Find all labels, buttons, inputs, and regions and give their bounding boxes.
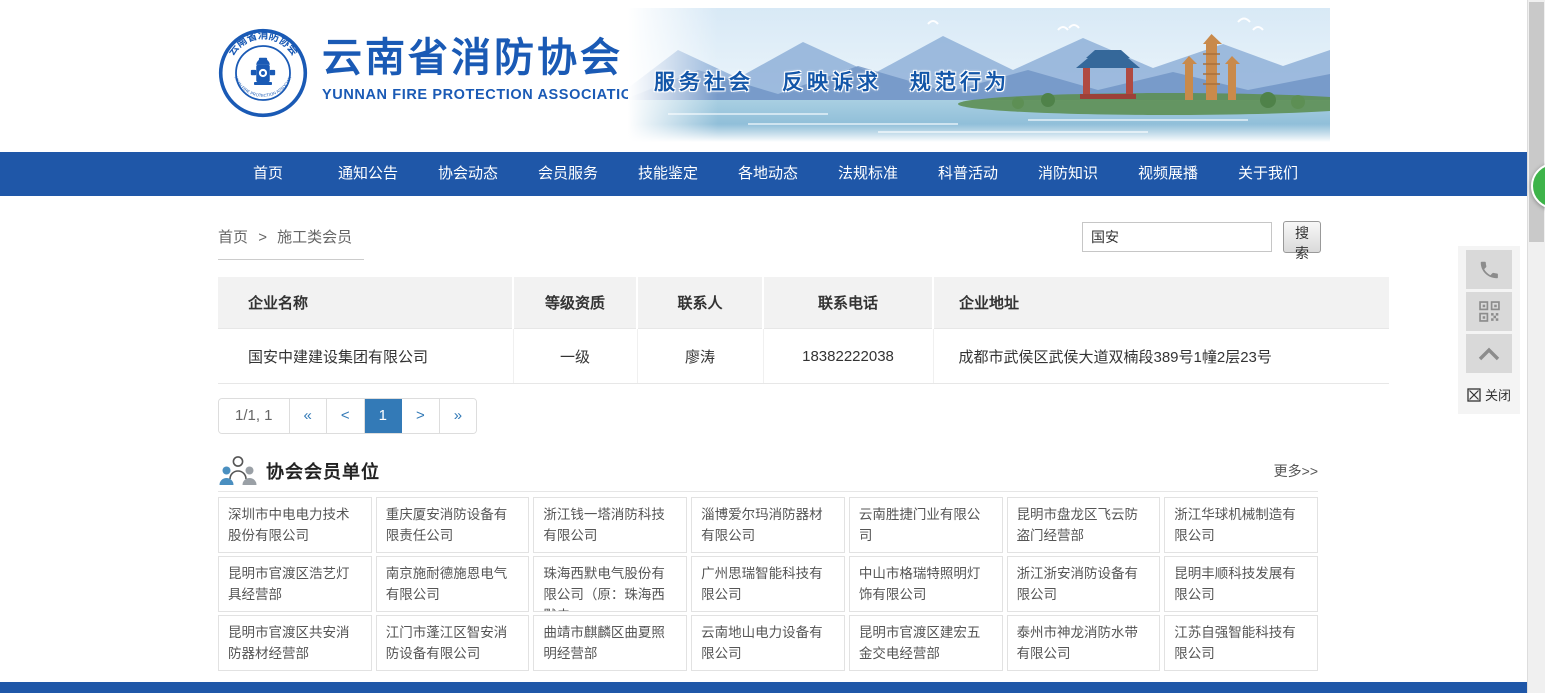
table-header-cell: 联系人	[636, 277, 763, 329]
table-row: 国安中建建设集团有限公司 一级 廖涛 18382222038 成都市武侯区武侯大…	[218, 328, 1389, 384]
member-company-cell[interactable]: 珠海西默电气股份有限公司（原：珠海西默电	[533, 556, 688, 612]
member-company-cell[interactable]: 淄博爱尔玛消防器材有限公司	[691, 497, 845, 553]
nav-list: 首页 通知公告 协会动态 会员服务 技能鉴定 各地动态 法规标准 科普活动 消防知识 视频展播 关于…	[218, 152, 1545, 196]
nav-item-video-gallery[interactable]: 视频展播	[1118, 152, 1218, 196]
nav-item-skill-appraisal[interactable]: 技能鉴定	[618, 152, 718, 196]
table-cell-grade: 一级	[512, 328, 637, 384]
member-company-cell[interactable]: 中山市格瑞特照明灯饰有限公司	[848, 556, 1003, 612]
member-grid: 深圳市中电电力技术股份有限公司 重庆厦安消防设备有限责任公司 浙江钱一塔消防科技有限…	[218, 497, 1318, 671]
association-seal-icon: 云南省消防协会 YUNNAN FIRE PROTECTION ASSOCIATI…	[218, 28, 308, 118]
pagination-last-button[interactable]: »	[439, 399, 477, 433]
nav-item-science-activities[interactable]: 科普活动	[918, 152, 1018, 196]
members-group-icon	[219, 455, 257, 485]
member-company-cell[interactable]: 重庆厦安消防设备有限责任公司	[375, 497, 530, 553]
table-header-cell: 企业名称	[218, 277, 513, 329]
slogan-phrase: 规范行为	[910, 71, 1010, 94]
table-header-row: 企业名称 等级资质 联系人 联系电话 企业地址	[218, 277, 1389, 329]
close-box-icon	[1467, 387, 1481, 402]
breadcrumb-separator: >	[258, 229, 267, 246]
site-header: 云南省消防协会 YUNNAN FIRE PROTECTION ASSOCIATI…	[0, 0, 1545, 152]
nav-item-association-news[interactable]: 协会动态	[418, 152, 518, 196]
member-company-cell[interactable]: 浙江钱一塔消防科技有限公司	[533, 497, 688, 553]
member-search-table: 企业名称 等级资质 联系人 联系电话 企业地址 国安中建建设集团有限公司 一级 …	[218, 277, 1389, 384]
member-company-cell[interactable]: 昆明市官渡区建宏五金交电经营部	[848, 615, 1003, 671]
member-company-cell[interactable]: 昆明市官渡区浩艺灯具经营部	[218, 556, 372, 612]
pagination-next-button[interactable]: >	[401, 399, 440, 433]
table-cell-phone: 18382222038	[762, 328, 933, 384]
breadcrumb-current: 施工类会员	[277, 229, 353, 246]
phone-button[interactable]	[1466, 250, 1512, 289]
member-units-section-header: 协会会员单位 更多>>	[218, 450, 1318, 492]
search-area: 搜索	[1082, 221, 1321, 261]
member-company-cell[interactable]: 昆明丰顺科技发展有限公司	[1164, 556, 1318, 612]
member-company-cell[interactable]: 江门市蓬江区智安消防设备有限公司	[375, 615, 530, 671]
member-company-cell[interactable]: 深圳市中电电力技术股份有限公司	[218, 497, 372, 553]
more-link[interactable]: 更多>>	[1274, 461, 1318, 481]
breadcrumb: 首页 > 施工类会员	[218, 226, 365, 260]
member-company-cell[interactable]: 昆明市官渡区共安消防器材经营部	[218, 615, 372, 671]
nav-item-home[interactable]: 首页	[218, 152, 318, 196]
nav-item-about-us[interactable]: 关于我们	[1218, 152, 1318, 196]
member-company-cell[interactable]: 曲靖市麒麟区曲夏照明经营部	[533, 615, 688, 671]
member-company-cell[interactable]: 浙江浙安消防设备有限公司	[1006, 556, 1161, 612]
section-title: 协会会员单位	[266, 461, 380, 482]
member-company-cell[interactable]: 云南地山电力设备有限公司	[691, 615, 845, 671]
site-title: 云南省消防协会	[322, 36, 623, 80]
close-widget-label: 关闭	[1484, 388, 1511, 403]
qrcode-button[interactable]	[1466, 292, 1512, 331]
search-input[interactable]	[1082, 222, 1272, 252]
nav-item-laws-standards[interactable]: 法规标准	[818, 152, 918, 196]
qrcode-icon	[1478, 301, 1500, 322]
breadcrumb-home-link[interactable]: 首页	[218, 229, 248, 246]
site-subtitle: YUNNAN FIRE PROTECTION ASSOCIATION	[322, 87, 644, 103]
pagination-page-1[interactable]: 1	[364, 399, 402, 433]
scrollbar[interactable]	[1527, 0, 1545, 693]
table-header-cell: 联系电话	[762, 277, 933, 329]
member-company-cell[interactable]: 泰州市神龙消防水带有限公司	[1006, 615, 1161, 671]
nav-item-local-news[interactable]: 各地动态	[718, 152, 818, 196]
pagination-prev-button[interactable]: <	[326, 399, 365, 433]
member-company-cell[interactable]: 江苏自强智能科技有限公司	[1164, 615, 1318, 671]
pagination-info: 1/1, 1	[219, 399, 290, 433]
table-header-cell: 等级资质	[512, 277, 637, 329]
nav-item-notices[interactable]: 通知公告	[318, 152, 418, 196]
member-company-cell[interactable]: 广州思瑞智能科技有限公司	[691, 556, 845, 612]
member-company-cell[interactable]: 昆明市盘龙区飞云防盗门经营部	[1006, 497, 1161, 553]
nav-item-member-service[interactable]: 会员服务	[518, 152, 618, 196]
slogan-phrase: 反映诉求	[782, 71, 882, 94]
table-cell-contact: 廖涛	[636, 328, 763, 384]
phone-icon	[1480, 261, 1498, 278]
nav-item-fire-knowledge[interactable]: 消防知识	[1018, 152, 1118, 196]
slogan-phrase: 服务社会	[654, 71, 754, 94]
table-cell-address: 成都市武侯区武侯大道双楠段389号1幢2层23号	[932, 328, 1389, 384]
table-cell-company: 国安中建建设集团有限公司	[218, 328, 513, 384]
back-to-top-button[interactable]	[1466, 334, 1512, 373]
member-company-cell[interactable]: 南京施耐德施恩电气有限公司	[375, 556, 530, 612]
pagination-first-button[interactable]: «	[289, 399, 327, 433]
banner-image: 服务社会 反映诉求 规范行为	[628, 8, 1330, 142]
member-company-cell[interactable]: 云南胜捷门业有限公司	[848, 497, 1003, 553]
search-button[interactable]: 搜索	[1283, 221, 1321, 261]
header-slogan: 服务社会 反映诉求 规范行为	[654, 66, 1010, 96]
footer-bar	[0, 682, 1545, 693]
pagination: 1/1, 1 « < 1 > »	[218, 398, 478, 434]
close-widget-button[interactable]: 关闭	[1458, 385, 1520, 404]
main-navbar: 首页 通知公告 协会动态 会员服务 技能鉴定 各地动态 法规标准 科普活动 消防知识 视频展播 关于…	[0, 152, 1545, 196]
member-company-cell[interactable]: 浙江华球机械制造有限公司	[1164, 497, 1318, 553]
side-widget: 关闭	[1458, 246, 1520, 414]
logo[interactable]: 云南省消防协会 YUNNAN FIRE PROTECTION ASSOCIATI…	[218, 28, 644, 118]
chevron-up-icon	[1478, 347, 1500, 360]
table-header-cell: 企业地址	[932, 277, 1389, 329]
